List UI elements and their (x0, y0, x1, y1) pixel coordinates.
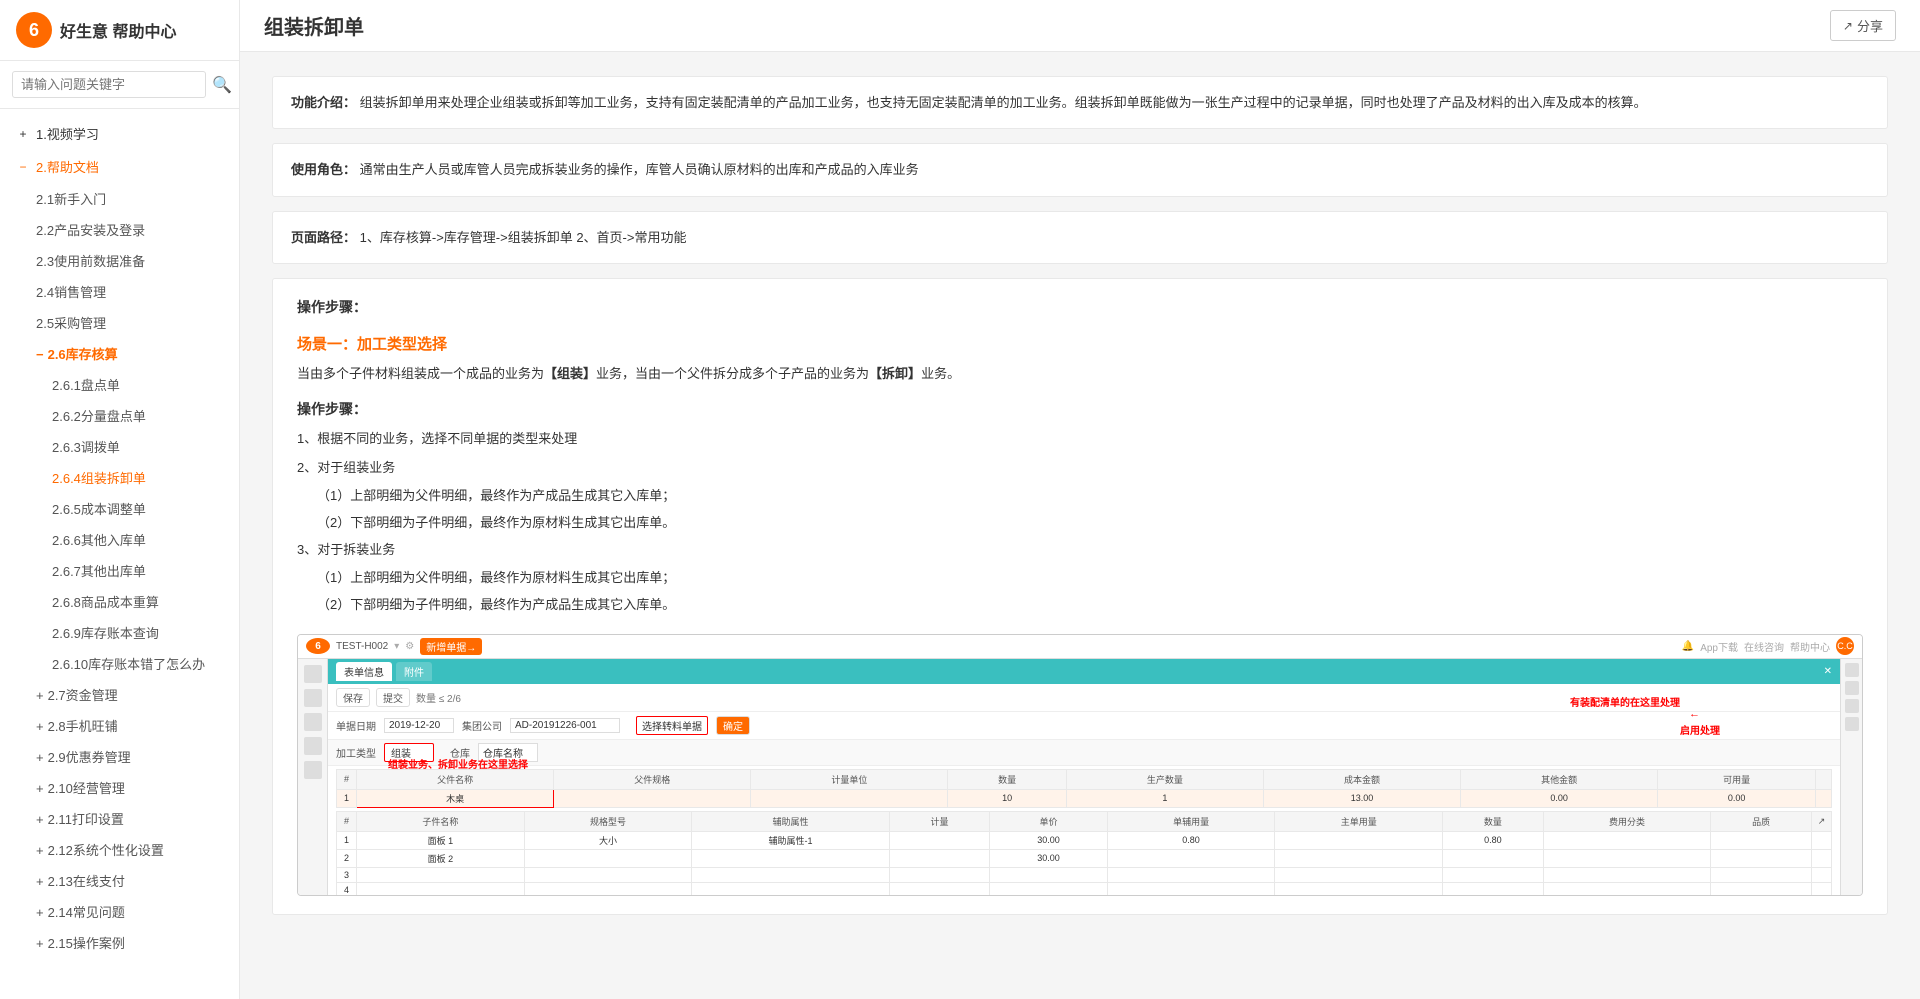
logo-text: 好生意 帮助中心 (60, 18, 176, 42)
mock-biz-value: AD-20191226-001 (510, 718, 620, 733)
topbar: 组装拆卸单 ↗ 分享 (240, 0, 1920, 52)
sidebar-item-print[interactable]: +2.11打印设置 (0, 803, 239, 834)
intro-box: 功能介绍： 组装拆卸单用来处理企业组装或拆卸等加工业务，支持有固定装配清单的产品… (272, 76, 1888, 129)
annotation-enable: 启用处理 (1680, 722, 1720, 737)
mock-new-btn: 新增单据→ (420, 638, 482, 655)
sidebar-item-label: 1.视频学习 (36, 124, 99, 143)
sidebar-item-partialtake[interactable]: 2.6.2分量盘点单 (0, 400, 239, 431)
path-text: 1、库存核算->库存管理->组装拆卸单 2、首页->常用功能 (360, 230, 687, 245)
mock-avatar: C.C (1836, 637, 1854, 655)
mock-main-form: 表单信息 附件 ✕ 保存 提交 数量 ≤ 2/6 (328, 659, 1840, 895)
sidebar: 6 好生意 帮助中心 🔍 + 1.视频学习 − 2.帮助文档 2.1新手入门 2… (0, 0, 240, 999)
path-box: 页面路径： 1、库存核算->库存管理->组装拆卸单 2、首页->常用功能 (272, 211, 1888, 264)
sidebar-item-account-err[interactable]: 2.6.10库存账本错了怎么办 (0, 648, 239, 679)
mock-tab-attachment: 附件 (396, 662, 432, 681)
sidebar-item-purchase[interactable]: 2.5采购管理 (0, 307, 239, 338)
mock-save-btn: 保存 (336, 688, 370, 707)
intro-text: 组装拆卸单用来处理企业组装或拆卸等加工业务，支持有固定装配清单的产品加工业务，也… (360, 95, 1647, 110)
scene1-title: 场景一：加工类型选择 (297, 333, 1863, 354)
logo-icon: 6 (16, 12, 52, 48)
sidebar-item-stock-check[interactable]: 2.6.9库存账本查询 (0, 617, 239, 648)
sidebar-item-other-out[interactable]: 2.6.7其他出库单 (0, 555, 239, 586)
sidebar-item-docs[interactable]: − 2.帮助文档 (0, 150, 239, 183)
sidebar-item-stocktake[interactable]: 2.6.1盘点单 (0, 369, 239, 400)
annotation-arrow1: ← (1689, 708, 1700, 720)
minus-icon: − (16, 160, 30, 174)
search-icon[interactable]: 🔍 (212, 75, 232, 95)
mock-date-value: 2019-12-20 (384, 718, 454, 733)
mock-logo: 6 (306, 638, 330, 654)
ops-title: 操作步骤： (297, 297, 1863, 317)
intro-label: 功能介绍： (291, 95, 356, 110)
scene1-desc: 当由多个子件材料组装成一个成品的业务为【组装】业务，当由一个父件拆分成多个子产品… (297, 362, 1863, 387)
search-box: 🔍 (0, 61, 239, 109)
nav-tree: + 1.视频学习 − 2.帮助文档 2.1新手入门 2.2产品安装及登录 2.3… (0, 109, 239, 999)
mock-app-id: TEST-H002 (336, 641, 388, 652)
sidebar-item-online-pay[interactable]: +2.13在线支付 (0, 865, 239, 896)
sidebar-item-new[interactable]: 2.1新手入门 (0, 183, 239, 214)
share-button[interactable]: ↗ 分享 (1830, 10, 1896, 41)
sidebar-item-inventory[interactable]: −2.6库存核算 (0, 338, 239, 369)
sidebar-item-other-in[interactable]: 2.6.6其他入库单 (0, 524, 239, 555)
annotation-bom: 有装配清单的在这里处理 (1570, 694, 1680, 709)
role-text: 通常由生产人员或库管人员完成拆装业务的操作，库管人员确认原材料的出库和产成品的入… (360, 162, 919, 177)
sidebar-item-cost[interactable]: 2.6.5成本调整单 (0, 493, 239, 524)
step3-sub2: （2）下部明细为子件明细，最终作为产成品生成其它入库单。 (317, 593, 1863, 618)
step3: 3、对于拆装业务 (297, 538, 1863, 563)
sidebar-item-video[interactable]: + 1.视频学习 (0, 117, 239, 150)
sidebar-header: 6 好生意 帮助中心 (0, 0, 239, 61)
plus-icon: + (16, 127, 30, 141)
mock-type-label: 加工类型 (336, 745, 376, 760)
mock-submit-btn: 提交 (376, 688, 410, 707)
screenshot-container: 6 TEST-H002 ▾ ⚙ 新增单据→ 🔔 App下载 在线咨询 帮助中心 … (297, 634, 1863, 896)
page-title: 组装拆卸单 (264, 11, 364, 40)
mock-tab-form: 表单信息 (336, 662, 392, 681)
main-area: 组装拆卸单 ↗ 分享 功能介绍： 组装拆卸单用来处理企业组装或拆卸等加工业务，支… (240, 0, 1920, 999)
ops-label: 操作步骤： (297, 399, 1863, 419)
sidebar-item-sales[interactable]: 2.4销售管理 (0, 276, 239, 307)
sidebar-item-label: 2.帮助文档 (36, 157, 99, 176)
mock-date-label: 单据日期 (336, 718, 376, 733)
sidebar-item-adjust[interactable]: 2.6.3调拨单 (0, 431, 239, 462)
role-label: 使用角色： (291, 162, 356, 177)
share-icon: ↗ (1843, 19, 1853, 33)
sidebar-item-voucher[interactable]: +2.9优惠券管理 (0, 741, 239, 772)
sidebar-item-ops[interactable]: +2.10经营管理 (0, 772, 239, 803)
mock-right-sidebar (1840, 659, 1862, 895)
screenshot-image: 6 TEST-H002 ▾ ⚙ 新增单据→ 🔔 App下载 在线咨询 帮助中心 … (298, 635, 1862, 895)
step2-sub1: （1）上部明细为父件明细，最终作为产成品生成其它入库单； (317, 484, 1863, 509)
sidebar-item-faq[interactable]: +2.14常见问题 (0, 896, 239, 927)
mock-app: 6 TEST-H002 ▾ ⚙ 新增单据→ 🔔 App下载 在线咨询 帮助中心 … (298, 635, 1862, 895)
sidebar-item-cost-recalc[interactable]: 2.6.8商品成本重算 (0, 586, 239, 617)
path-label: 页面路径： (291, 230, 356, 245)
sidebar-item-install[interactable]: 2.2产品安装及登录 (0, 214, 239, 245)
sidebar-item-mobile[interactable]: +2.8手机旺铺 (0, 710, 239, 741)
step3-sub1: （1）上部明细为父件明细，最终作为原材料生成其它出库单； (317, 566, 1863, 591)
content-area: 功能介绍： 组装拆卸单用来处理企业组装或拆卸等加工业务，支持有固定装配清单的产品… (240, 52, 1920, 999)
mock-left-sidebar (298, 659, 328, 895)
step2: 2、对于组装业务 (297, 456, 1863, 481)
mock-select-btn: 选择转料单据 (636, 716, 708, 735)
search-input[interactable] (12, 71, 206, 98)
mock-confirm-btn: 确定 (716, 716, 750, 735)
sidebar-item-finance[interactable]: +2.7资金管理 (0, 679, 239, 710)
role-box: 使用角色： 通常由生产人员或库管人员完成拆装业务的操作，库管人员确认原材料的出库… (272, 143, 1888, 196)
sidebar-item-custom[interactable]: +2.12系统个性化设置 (0, 834, 239, 865)
sidebar-item-cases[interactable]: +2.15操作案例 (0, 927, 239, 958)
sidebar-item-data[interactable]: 2.3使用前数据准备 (0, 245, 239, 276)
step2-sub2: （2）下部明细为子件明细，最终作为原材料生成其它出库单。 (317, 511, 1863, 536)
step1: 1、根据不同的业务，选择不同单据的类型来处理 (297, 427, 1863, 452)
mock-biz-label: 集团公司 (462, 718, 502, 733)
sidebar-item-assemble[interactable]: 2.6.4组装拆卸单 (0, 462, 239, 493)
